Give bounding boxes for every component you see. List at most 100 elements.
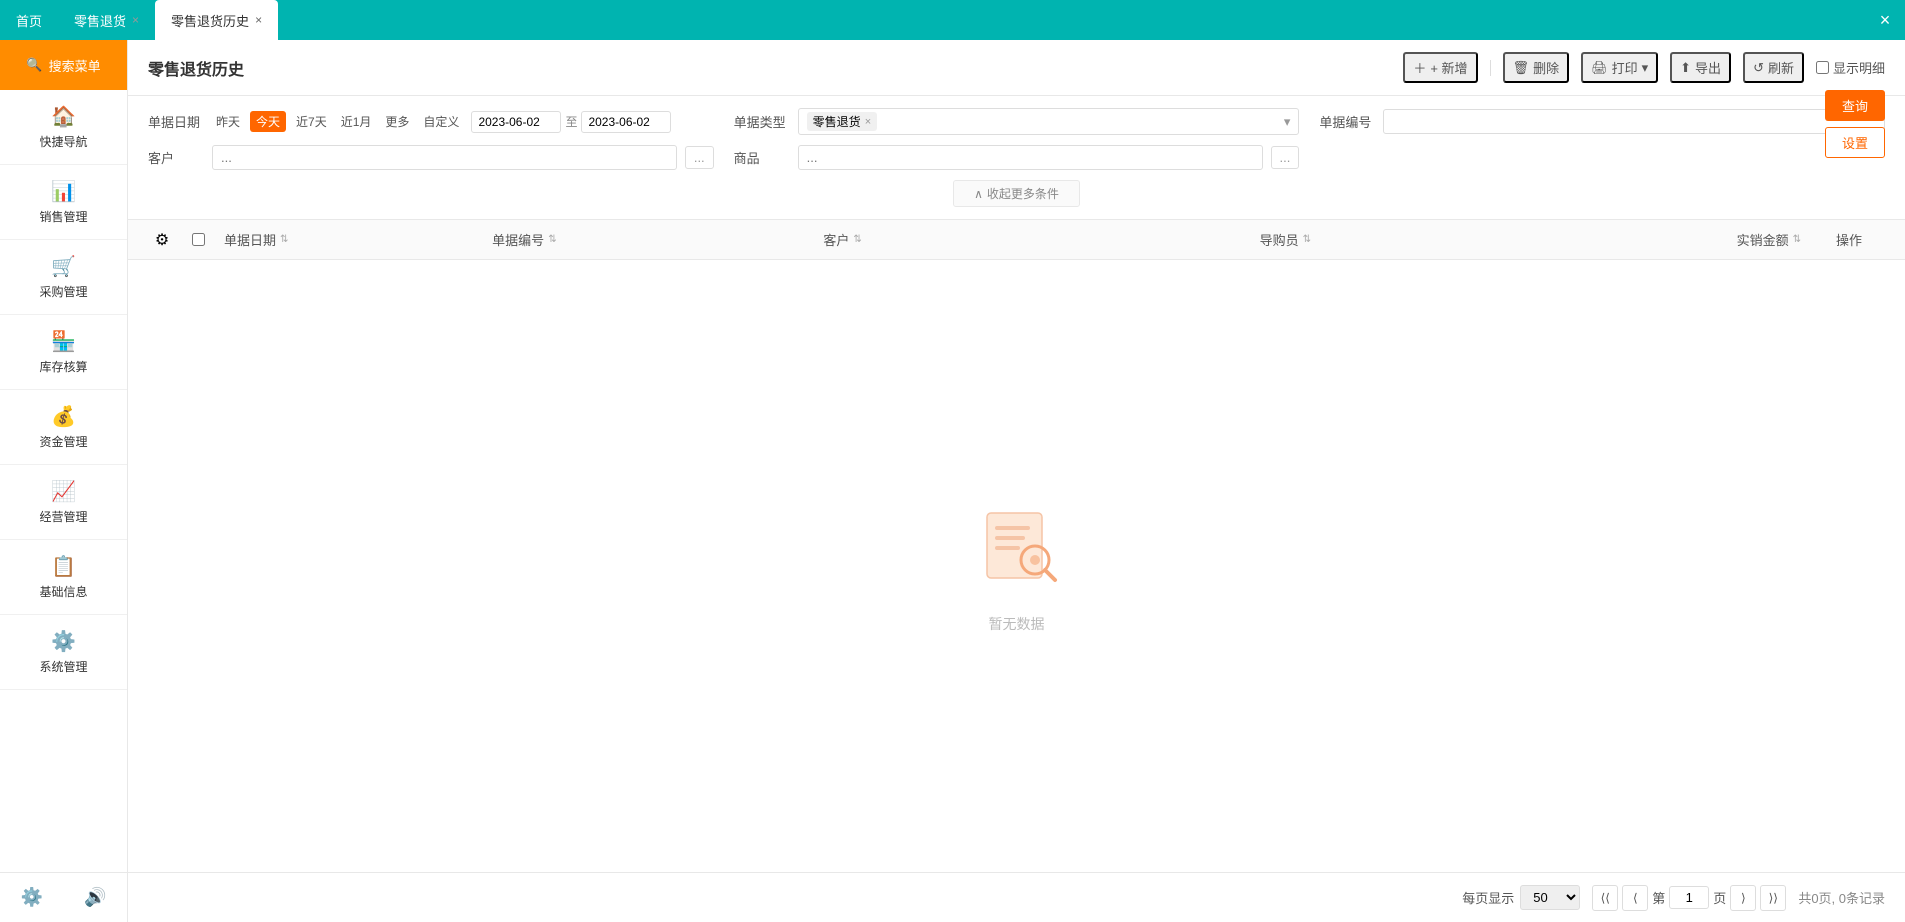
date-opt-custom[interactable]: 自定义 [419, 111, 463, 132]
th-amount[interactable]: 实销金额 ⇅ [1583, 230, 1809, 249]
th-guide-sort-icon: ⇅ [1303, 234, 1311, 245]
select-all-checkbox[interactable] [192, 233, 205, 246]
th-customer[interactable]: 客户 ⇅ [815, 230, 1251, 249]
filter-row-2: 客户 ... 商品 ... [148, 145, 1885, 170]
th-num-label: 单据编号 [492, 230, 544, 249]
customer-filter-input[interactable] [212, 145, 677, 170]
date-range: 至 [471, 111, 671, 133]
sidebar-item-inventory[interactable]: 🏪 库存核算 [0, 315, 127, 390]
filter-row-1: 单据日期 昨天 今天 近7天 近1月 更多 自定义 至 [148, 108, 1885, 135]
volume-icon[interactable]: 🔊 [84, 887, 106, 908]
tab-retail-return-history[interactable]: 零售退货历史× [155, 0, 278, 40]
th-date-sort-icon: ⇅ [280, 234, 288, 245]
tab-retail-return[interactable]: 零售退货× [58, 0, 155, 40]
page-number-input[interactable] [1669, 886, 1709, 909]
print-icon: 🖨 [1591, 60, 1608, 76]
sidebar-item-basic-info[interactable]: 📋基础信息 [0, 540, 127, 615]
sidebar-label-finance: 资金管理 [39, 433, 87, 450]
th-num[interactable]: 单据编号 ⇅ [484, 230, 815, 249]
sidebar-item-purchase-mgmt[interactable]: 🛒采购管理 [0, 240, 127, 315]
pagination-bar: 每页显示 50 100 200 ⟨⟨ ⟨ 第 页 ⟩ ⟩⟩ 共0页, 0 [128, 872, 1905, 922]
date-to-label: 至 [565, 113, 577, 130]
page-next-button[interactable]: ⟩ [1730, 885, 1756, 911]
empty-state: 暂无数据 [128, 260, 1905, 872]
settings-icon[interactable]: ⚙️ [21, 887, 43, 908]
page-size-dropdown[interactable]: 50 100 200 [1520, 885, 1580, 910]
type-tag-close[interactable]: × [865, 116, 871, 128]
page-size-select: 每页显示 50 100 200 [1462, 885, 1580, 910]
tab-close-retail-return[interactable]: × [132, 13, 139, 27]
empty-text: 暂无数据 [989, 614, 1045, 634]
page-label: 第 [1652, 888, 1665, 907]
header-actions: ＋ + 新增 🗑 删除 🖨 打印 ▾ ⬆ 导出 ↺ [1403, 52, 1885, 83]
th-amount-label: 实销金额 [1737, 230, 1789, 249]
page-prev-button[interactable]: ⟨ [1622, 885, 1648, 911]
search-menu-label: 搜索菜单 [49, 56, 101, 75]
sidebar: 🔍 搜索菜单 🏠快捷导航 📊 销售管理 🛒采购管理 🏪 库存核算 💰资金管理📈经营管理📋基础… [0, 40, 128, 922]
query-button[interactable]: 查询 [1825, 90, 1885, 121]
page-last-button[interactable]: ⟩⟩ [1760, 885, 1786, 911]
sidebar-label-inventory: 库存核算 [39, 358, 87, 375]
sidebar-item-quick-nav[interactable]: 🏠快捷导航 [0, 90, 127, 165]
sidebar-label-sales-mgmt: 销售管理 [39, 208, 87, 225]
page-first-button[interactable]: ⟨⟨ [1592, 885, 1618, 911]
collapse-bar: ∧ 收起更多条件 [148, 180, 1885, 207]
refresh-button[interactable]: ↺ 刷新 [1743, 52, 1804, 83]
date-opt-today[interactable]: 今天 [250, 111, 286, 132]
delete-button[interactable]: 🗑 删除 [1503, 52, 1570, 83]
sidebar-bottom: ⚙️ 🔊 [0, 872, 127, 922]
tab-close-retail-return-history[interactable]: × [255, 13, 262, 27]
sidebar-item-sales-mgmt[interactable]: 📊 销售管理 [0, 165, 127, 240]
show-detail-checkbox-label[interactable]: 显示明细 [1816, 58, 1885, 77]
th-date[interactable]: 单据日期 ⇅ [216, 230, 484, 249]
window-close-button[interactable]: × [1865, 0, 1905, 40]
date-from-input[interactable] [471, 111, 561, 133]
page-unit: 页 [1713, 888, 1726, 907]
filter-area: 单据日期 昨天 今天 近7天 近1月 更多 自定义 至 [128, 96, 1905, 220]
page-title: 零售退货历史 [148, 56, 244, 80]
customer-filter-label: 客户 [148, 148, 204, 167]
date-filter: 单据日期 昨天 今天 近7天 近1月 更多 自定义 至 [148, 111, 714, 133]
plus-icon: ＋ [1413, 58, 1426, 77]
print-chevron-icon: ▾ [1642, 60, 1649, 76]
sidebar-item-finance[interactable]: 💰资金管理 [0, 390, 127, 465]
print-button[interactable]: 🖨 打印 ▾ [1581, 52, 1658, 83]
content-area: 零售退货历史 ＋ + 新增 🗑 删除 🖨 打印 ▾ ⬆ 导 [128, 40, 1905, 922]
goods-filter-label: 商品 [734, 148, 790, 167]
th-gear[interactable]: ⚙ [144, 230, 180, 250]
page-total: 共0页, 0条记录 [1798, 888, 1885, 907]
sidebar-label-quick-nav: 快捷导航 [39, 133, 87, 150]
goods-ellipsis-button[interactable]: ... [1271, 146, 1300, 169]
setting-button[interactable]: 设置 [1825, 127, 1885, 158]
tab-home[interactable]: 首页 [0, 0, 58, 40]
query-setting-panel: 查询 设置 [1825, 90, 1885, 158]
customer-filter: 客户 ... [148, 145, 714, 170]
th-checkbox[interactable] [180, 233, 216, 246]
show-detail-checkbox[interactable] [1816, 61, 1829, 74]
sidebar-label-operation: 经营管理 [39, 508, 87, 525]
num-filter-input[interactable] [1383, 109, 1885, 134]
date-opt-more[interactable]: 更多 [381, 111, 413, 132]
sidebar-icon-inventory: 🏪 [51, 329, 76, 354]
th-guide[interactable]: 导购员 ⇅ [1252, 230, 1583, 249]
customer-ellipsis-button[interactable]: ... [685, 146, 714, 169]
top-bar: 首页零售退货×零售退货历史× × [0, 0, 1905, 40]
collapse-button[interactable]: ∧ 收起更多条件 [953, 180, 1080, 207]
goods-filter-input[interactable] [798, 145, 1263, 170]
sidebar-item-system[interactable]: ⚙️系统管理 [0, 615, 127, 690]
date-opt-1month[interactable]: 近1月 [337, 111, 376, 132]
num-filter: 单据编号 [1319, 109, 1885, 134]
sidebar-item-operation[interactable]: 📈经营管理 [0, 465, 127, 540]
type-tag-select[interactable]: 零售退货 × ▾ [798, 108, 1300, 135]
search-menu-button[interactable]: 🔍 搜索菜单 [0, 40, 127, 90]
new-button[interactable]: ＋ + 新增 [1403, 52, 1477, 83]
th-guide-label: 导购员 [1260, 230, 1299, 249]
sidebar-icon-purchase-mgmt: 🛒 [51, 254, 76, 279]
export-button[interactable]: ⬆ 导出 [1670, 52, 1731, 83]
type-filter-label: 单据类型 [734, 112, 790, 131]
sidebar-icon-sales-mgmt: 📊 [51, 179, 76, 204]
type-filter: 单据类型 零售退货 × ▾ [734, 108, 1300, 135]
date-opt-7days[interactable]: 近7天 [292, 111, 331, 132]
date-to-input[interactable] [581, 111, 671, 133]
date-opt-yesterday[interactable]: 昨天 [212, 111, 244, 132]
